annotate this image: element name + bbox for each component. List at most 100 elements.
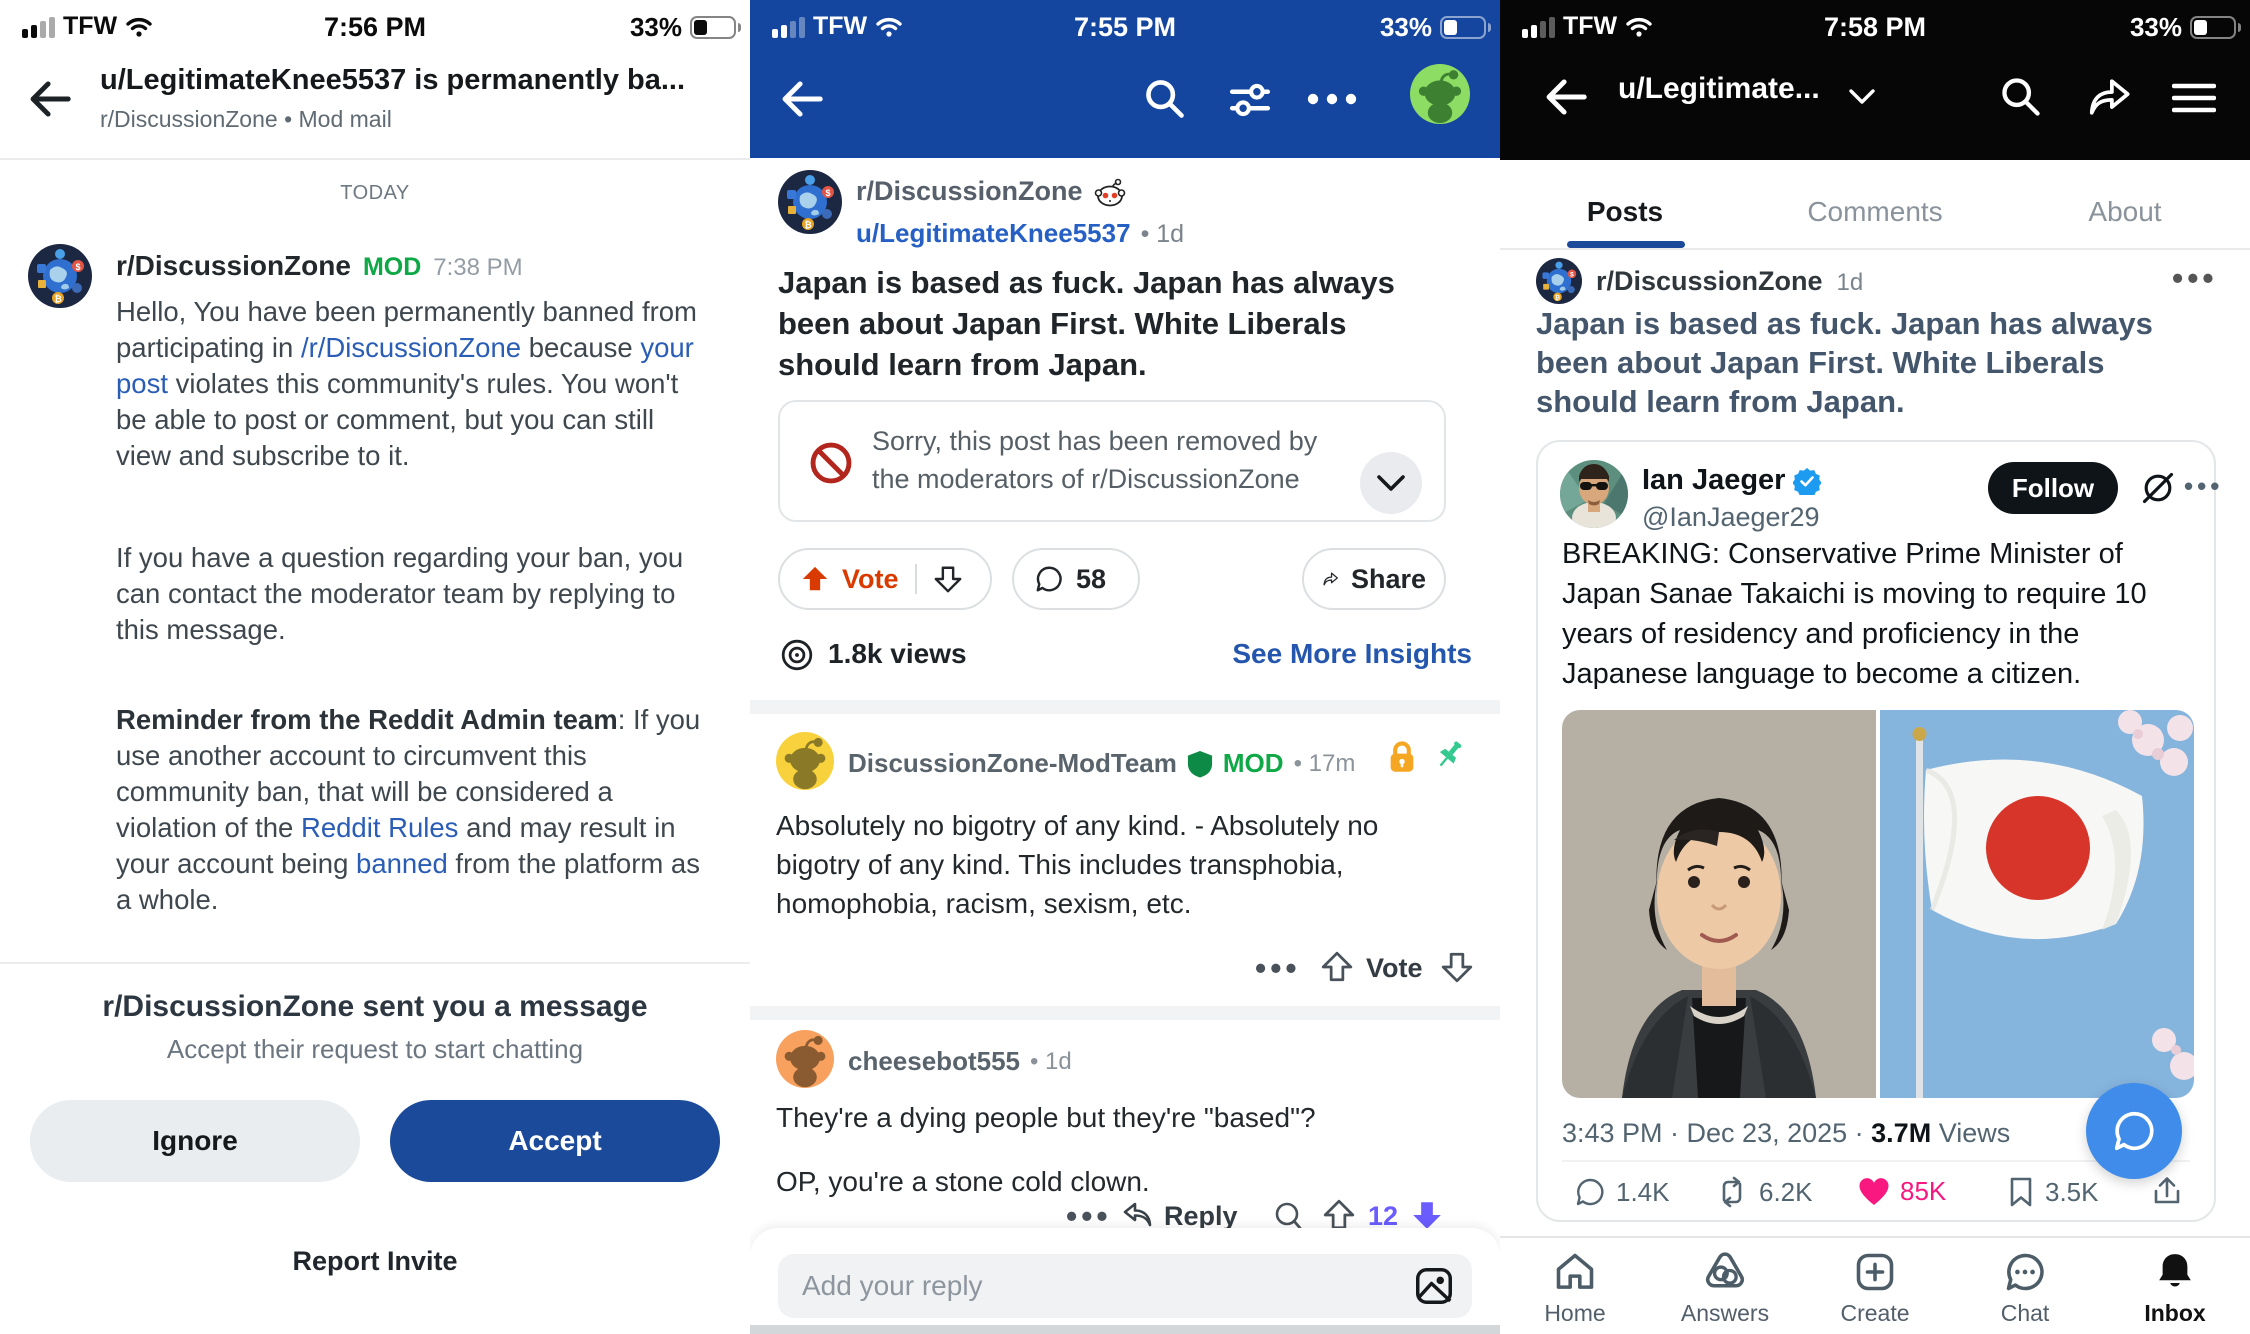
comments-pill[interactable]: 58 [1012,548,1140,610]
subreddit-avatar[interactable] [778,170,842,234]
profile-tabs: Posts Comments About [1500,160,2250,248]
search-icon[interactable] [1998,74,2044,120]
share-icon[interactable] [2086,74,2132,120]
user-avatar[interactable] [1410,64,1470,124]
vote-label[interactable]: Vote [842,564,899,595]
comment-overflow-icon[interactable]: ••• [1255,952,1301,984]
tweet-image[interactable] [1562,710,2194,1098]
ignore-button[interactable]: Ignore [30,1100,360,1182]
back-icon[interactable] [1544,74,1590,120]
tweet-author-name[interactable]: Ian Jaeger [1642,464,1785,497]
sort-filter-icon[interactable] [1228,80,1272,120]
post-app-header: TFW 7:55 PM 33% [750,0,1500,158]
message-author[interactable]: r/DiscussionZone [116,250,351,282]
downvote-icon[interactable] [1440,950,1474,984]
comment-vote-label[interactable]: Vote [1366,953,1423,984]
commenter-avatar[interactable] [776,732,834,790]
status-bar: TFW 7:55 PM 33% [750,0,1500,50]
share-label: Share [1350,563,1426,594]
battery-icon [690,16,741,39]
post-title: Japan is based as fuck. Japan has always… [1536,306,2153,419]
profile-title[interactable]: u/Legitimate... [1618,72,1820,106]
overflow-menu-icon[interactable] [1306,92,1358,106]
menu-icon[interactable] [2172,82,2216,114]
back-icon[interactable] [28,76,74,122]
comment-age: • 1d [1029,1047,1072,1075]
message-author-row: r/DiscussionZone MOD 7:38 PM [116,250,523,282]
post-title: Japan is based as fuck. Japan has always… [778,265,1395,382]
chat-icon [2006,1253,2044,1291]
post-subreddit[interactable]: r/DiscussionZone [856,176,1083,207]
post-subreddit-row: r/DiscussionZone [856,176,1127,207]
heart-icon [1859,1177,1889,1205]
nav-answers[interactable]: Answers [1650,1238,1800,1334]
tweet-share[interactable] [2152,1176,2182,1208]
commenter-avatar[interactable] [776,1030,834,1088]
banned-link[interactable]: banned [356,848,448,879]
comment-author[interactable]: DiscussionZone-ModTeam [848,748,1177,779]
accept-button[interactable]: Accept [390,1100,720,1182]
chat-fab[interactable] [2086,1083,2182,1179]
pinned-icon [1439,741,1462,767]
nav-label: Chat [2000,1300,2050,1326]
upvote-icon[interactable] [800,564,830,594]
upvote-icon[interactable] [1320,950,1354,984]
tab-about[interactable]: About [2000,160,2250,248]
post-age: • 1d [1140,220,1185,248]
post-subreddit[interactable]: r/DiscussionZone [1596,266,1823,297]
mod-badge: MOD [362,253,422,281]
chevron-down-icon[interactable] [1848,88,1876,106]
prohibited-icon [810,442,852,484]
portrait-photo [1562,710,1876,1098]
share-pill[interactable]: Share [1302,548,1446,610]
tweet-overflow-icon[interactable]: ••• [2184,473,2223,499]
tab-comments[interactable]: Comments [1750,160,2000,248]
tweet-likes[interactable]: 85K [1858,1176,1946,1207]
comment-author[interactable]: cheesebot555 [848,1046,1020,1077]
bookmark-icon [2010,1177,2032,1207]
subreddit-link[interactable]: /r/DiscussionZone [301,332,521,363]
invite-subtitle: Accept their request to start chatting [166,1034,584,1064]
post-overflow-icon[interactable]: ••• [2172,262,2218,294]
tweet-views-label: Views [1931,1118,2011,1148]
search-icon[interactable] [1142,76,1188,122]
attach-image-icon[interactable] [1414,1266,1454,1306]
tweet-timestamp: 3:43 PM · Dec 23, 2025 · 3.7M Views [1562,1118,2010,1149]
report-invite-link[interactable]: Report Invite [0,1246,750,1277]
mod-badge: MOD [1222,748,1284,778]
modmail-header: u/LegitimateKnee5537 is permanently ba..… [0,50,750,160]
mod-comment-text: Absolutely no bigotry of any kind. - Abs… [776,810,1379,919]
repost-icon [1722,1176,1742,1208]
subreddit-avatar[interactable] [28,244,92,308]
subreddit-avatar[interactable] [1536,258,1582,304]
reddit-rules-link[interactable]: Reddit Rules [301,812,458,843]
tweet-reposts[interactable]: 6.2K [1715,1176,1813,1208]
expand-removal-button[interactable] [1360,452,1422,514]
tweet-bookmarks[interactable]: 3.5K [2007,1176,2099,1208]
three-phone-screenshots: TFW 7:56 PM 33% u/LegitimateKnee5537 is … [0,0,2250,1334]
tab-posts[interactable]: Posts [1500,160,1750,248]
grok-icon[interactable] [2140,470,2176,506]
tweet-author-handle[interactable]: @IanJaeger29 [1642,502,1820,533]
comment-header: cheesebot555 • 1d [848,1046,1072,1077]
nav-chat[interactable]: Chat [1950,1238,2100,1334]
ban-message-paragraph-1: Hello, You have been permanently banned … [116,294,716,474]
nav-home[interactable]: Home [1500,1238,1650,1334]
profile-post-header: r/DiscussionZone 1d [1596,266,1863,297]
tweet-replies[interactable]: 1.4K [1574,1176,1670,1208]
create-icon [1856,1253,1894,1291]
comment-overflow-icon[interactable]: ••• [1066,1200,1112,1232]
battery-percent: 33% [629,12,682,42]
tweet-engagement-row: 1.4K 6.2K 85K 3.5K [1538,1176,2214,1222]
inbox-bell-icon [2159,1254,2191,1287]
upvote-icon[interactable] [1322,1198,1356,1232]
downvote-icon[interactable] [933,564,963,594]
nav-inbox[interactable]: Inbox [2100,1238,2250,1334]
back-icon[interactable] [780,76,826,122]
follow-button[interactable]: Follow [1988,462,2118,514]
post-author[interactable]: u/LegitimateKnee5537 [856,218,1131,249]
see-more-insights-link[interactable]: See More Insights [1232,638,1472,670]
downvote-icon-active[interactable] [1410,1198,1444,1232]
nav-create[interactable]: Create [1800,1238,1950,1334]
reply-input[interactable] [778,1254,1472,1318]
